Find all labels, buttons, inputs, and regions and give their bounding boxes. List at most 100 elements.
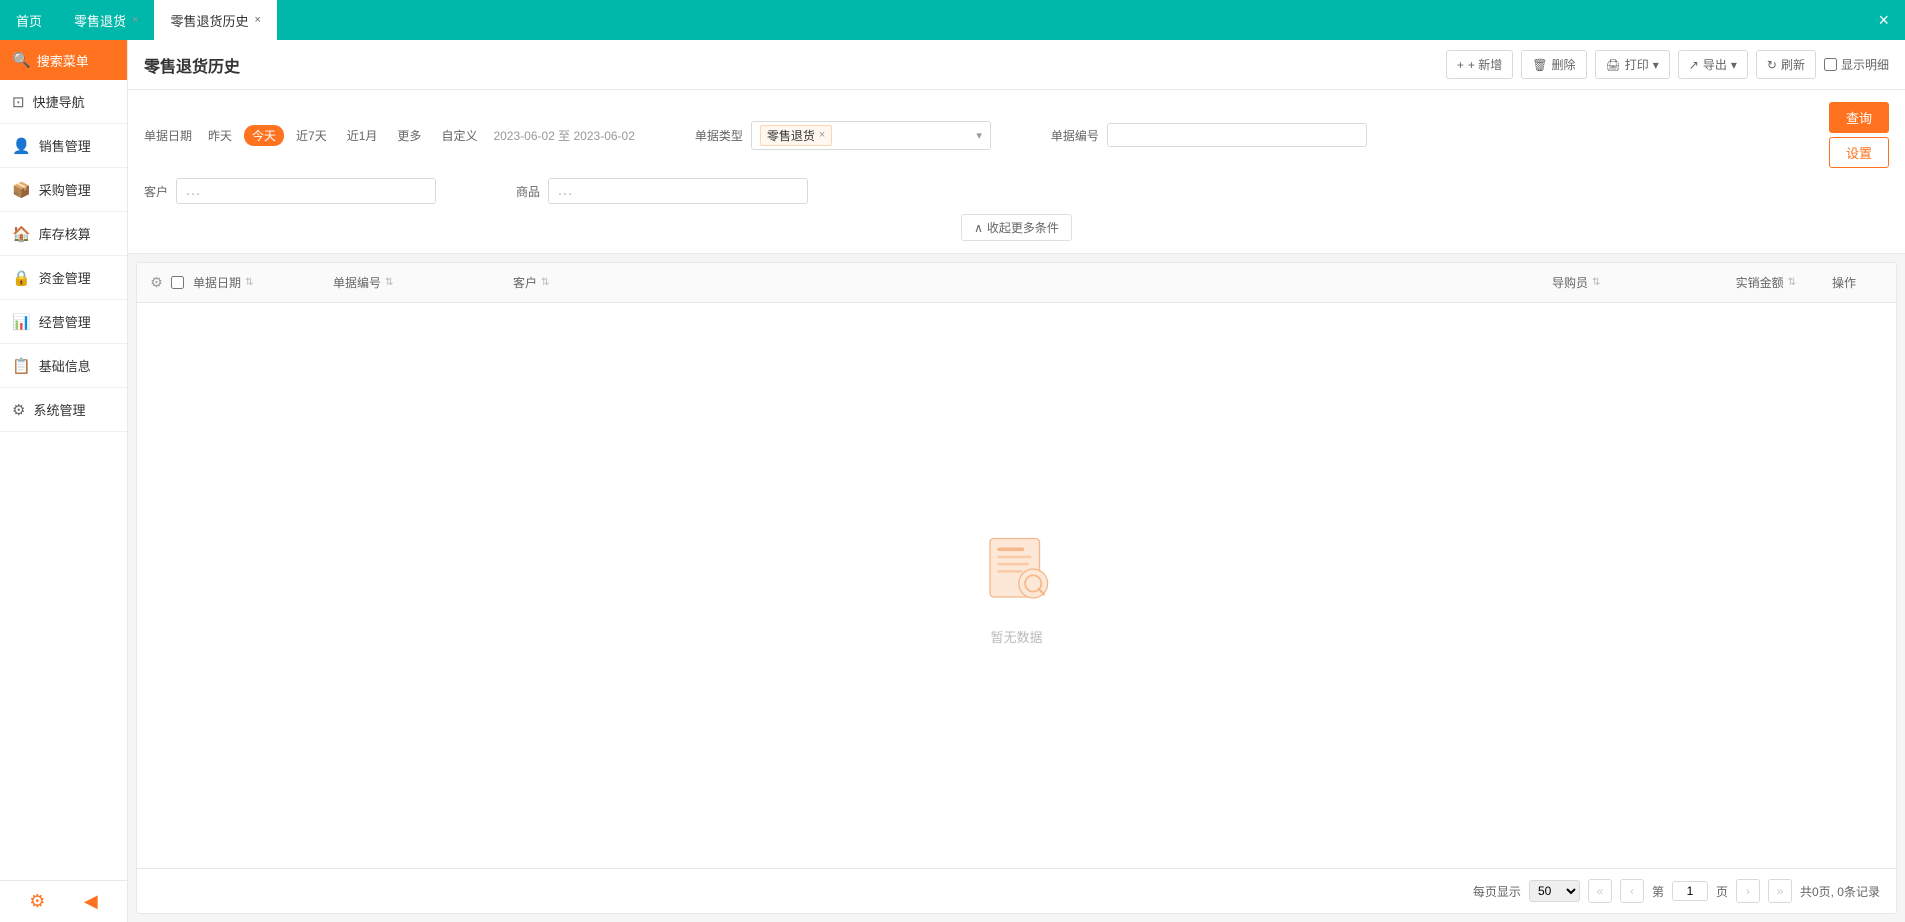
- customer-label: 客户: [144, 183, 168, 200]
- prev-page-button[interactable]: ‹: [1620, 879, 1644, 903]
- sidebar-item-3[interactable]: 🏠库存核算: [0, 212, 127, 256]
- sort-icon-guide: ⇅: [1592, 277, 1600, 288]
- date-filter-group: 单据日期 昨天 今天 近7天 近1月 更多 自定义 2023-06-02 至 2…: [144, 125, 635, 146]
- sidebar-item-4[interactable]: 🔒资金管理: [0, 256, 127, 300]
- page-actions: + + 新增 🗑 删除 🖨 打印 ▾ ↗ 导出 ▾: [1446, 50, 1889, 79]
- date-btn-today[interactable]: 今天: [244, 125, 284, 146]
- th-select-all[interactable]: ⚙: [149, 274, 185, 291]
- goods-label: 商品: [516, 183, 540, 200]
- date-filter-label: 单据日期: [144, 127, 192, 144]
- filter-row-1: 单据日期 昨天 今天 近7天 近1月 更多 自定义 2023-06-02 至 2…: [144, 102, 1889, 168]
- date-btn-more[interactable]: 更多: [389, 125, 429, 146]
- goods-placeholder: …: [557, 182, 575, 200]
- goods-select[interactable]: …: [548, 178, 808, 204]
- nav-icon-6: 📋: [12, 357, 31, 375]
- th-customer-label: 客户: [513, 274, 537, 291]
- main-layout: 🔍 搜索菜单 ⊡ 快捷导航 👤销售管理 📦 采购管理 🏠库存核算🔒资金管理📊经营管理📋基础…: [0, 40, 1905, 922]
- sort-icon-amount: ⇅: [1788, 277, 1796, 288]
- setting-button[interactable]: 设置: [1829, 137, 1889, 168]
- doc-type-filter-group: 单据类型 零售退货 × ▾: [695, 121, 991, 150]
- page-header: 零售退货历史 + + 新增 🗑 删除 🖨 打印 ▾ ↗ 导出: [128, 40, 1905, 90]
- nav-icon-0: ⊡: [12, 93, 25, 111]
- sidebar-item-5[interactable]: 📊经营管理: [0, 300, 127, 344]
- print-button[interactable]: 🖨 打印 ▾: [1595, 50, 1670, 79]
- page-label: 第: [1652, 883, 1664, 900]
- tab-close-2[interactable]: ×: [254, 14, 260, 26]
- refresh-button[interactable]: ↻ 刷新: [1756, 50, 1816, 79]
- tab-1[interactable]: 零售退货×: [58, 0, 154, 40]
- collapse-button[interactable]: ∧ 收起更多条件: [961, 214, 1072, 241]
- delete-button[interactable]: 🗑 删除: [1521, 50, 1586, 79]
- sidebar-label-3: 库存核算: [39, 224, 91, 243]
- doc-type-tag: 零售退货 ×: [760, 125, 832, 146]
- show-detail-input[interactable]: [1824, 58, 1837, 71]
- doc-type-select[interactable]: 零售退货 × ▾: [751, 121, 991, 150]
- th-no-label: 单据编号: [333, 274, 381, 291]
- sidebar-item-7[interactable]: ⚙系统管理: [0, 388, 127, 432]
- tab-close-1[interactable]: ×: [132, 14, 138, 26]
- empty-text: 暂无数据: [990, 627, 1042, 646]
- first-page-button[interactable]: «: [1588, 879, 1612, 903]
- sidebar-label-7: 系统管理: [33, 400, 85, 419]
- sort-icon-no: ⇅: [385, 277, 393, 288]
- date-btn-1month[interactable]: 近1月: [339, 125, 386, 146]
- nav-icon-5: 📊: [12, 313, 31, 331]
- collapse-icon: ∧: [974, 221, 983, 235]
- export-button[interactable]: ↗ 导出 ▾: [1678, 50, 1748, 79]
- th-date[interactable]: 单据日期 ⇅: [185, 274, 325, 291]
- sidebar: 🔍 搜索菜单 ⊡ 快捷导航 👤销售管理 📦 采购管理 🏠库存核算🔒资金管理📊经营管理📋基础…: [0, 40, 128, 922]
- tab-0[interactable]: 首页: [0, 0, 58, 40]
- query-button[interactable]: 查询: [1829, 102, 1889, 133]
- sidebar-item-2[interactable]: 📦 采购管理: [0, 168, 127, 212]
- th-action: 操作: [1804, 274, 1884, 291]
- page-number-input[interactable]: [1672, 881, 1708, 901]
- filter-area: 单据日期 昨天 今天 近7天 近1月 更多 自定义 2023-06-02 至 2…: [128, 90, 1905, 254]
- delete-icon: 🗑: [1532, 58, 1547, 72]
- th-doc-no[interactable]: 单据编号 ⇅: [325, 274, 505, 291]
- export-arrow-icon: ▾: [1731, 58, 1737, 72]
- collapse-icon[interactable]: ◀: [84, 891, 98, 912]
- sidebar-item-6[interactable]: 📋基础信息: [0, 344, 127, 388]
- sidebar-item-1[interactable]: 👤销售管理: [0, 124, 127, 168]
- last-page-button[interactable]: »: [1768, 879, 1792, 903]
- customer-filter-group: 客户 …: [144, 178, 436, 204]
- query-setting-group: 查询 设置: [1829, 102, 1889, 168]
- window-close-button[interactable]: ×: [1862, 0, 1905, 40]
- export-icon: ↗: [1689, 58, 1699, 72]
- next-page-button[interactable]: ›: [1736, 879, 1760, 903]
- page-size-dropdown[interactable]: 50 20 100 200: [1529, 880, 1580, 902]
- th-customer[interactable]: 客户 ⇅: [505, 274, 1544, 291]
- settings-icon[interactable]: ⚙: [150, 274, 163, 291]
- sidebar-search[interactable]: 🔍 搜索菜单: [0, 40, 127, 80]
- table-header: ⚙ 单据日期 ⇅ 单据编号 ⇅ 客户 ⇅ 导购员 ⇅: [137, 263, 1896, 303]
- page-size-select[interactable]: 50 20 100 200: [1529, 880, 1580, 902]
- th-guide[interactable]: 导购员 ⇅: [1544, 274, 1684, 291]
- th-amount[interactable]: 实销金额 ⇅: [1684, 274, 1804, 291]
- date-btn-custom[interactable]: 自定义: [433, 125, 485, 146]
- date-btn-7days[interactable]: 近7天: [288, 125, 335, 146]
- th-guide-label: 导购员: [1552, 274, 1588, 291]
- new-icon: +: [1457, 58, 1464, 72]
- tab-2[interactable]: 零售退货历史×: [154, 0, 276, 40]
- customer-select[interactable]: …: [176, 178, 436, 204]
- tab-list: 首页零售退货×零售退货历史×: [0, 0, 1862, 40]
- date-btn-yesterday[interactable]: 昨天: [200, 125, 240, 146]
- date-range-text: 2023-06-02 至 2023-06-02: [493, 127, 634, 144]
- sidebar-item-0[interactable]: ⊡ 快捷导航: [0, 80, 127, 124]
- doc-no-input[interactable]: [1107, 123, 1367, 147]
- new-button[interactable]: + + 新增: [1446, 50, 1513, 79]
- filter-row-2: 客户 … 商品 …: [144, 178, 1889, 204]
- select-all-checkbox[interactable]: [171, 276, 184, 289]
- sort-icon-date: ⇅: [245, 277, 253, 288]
- settings-icon[interactable]: ⚙: [29, 891, 45, 912]
- sidebar-label-2: 采购管理: [39, 180, 91, 199]
- collapse-label: 收起更多条件: [987, 219, 1059, 236]
- tag-close-icon[interactable]: ×: [819, 129, 825, 141]
- sidebar-search-label: 搜索菜单: [37, 51, 89, 70]
- sidebar-label-0: 快捷导航: [33, 92, 85, 111]
- nav-icon-2: 📦: [12, 181, 31, 199]
- main-content: 零售退货历史 + + 新增 🗑 删除 🖨 打印 ▾ ↗ 导出: [128, 40, 1905, 922]
- show-detail-checkbox[interactable]: 显示明细: [1824, 56, 1889, 73]
- refresh-icon: ↻: [1767, 58, 1777, 72]
- nav-icon-1: 👤: [12, 137, 31, 155]
